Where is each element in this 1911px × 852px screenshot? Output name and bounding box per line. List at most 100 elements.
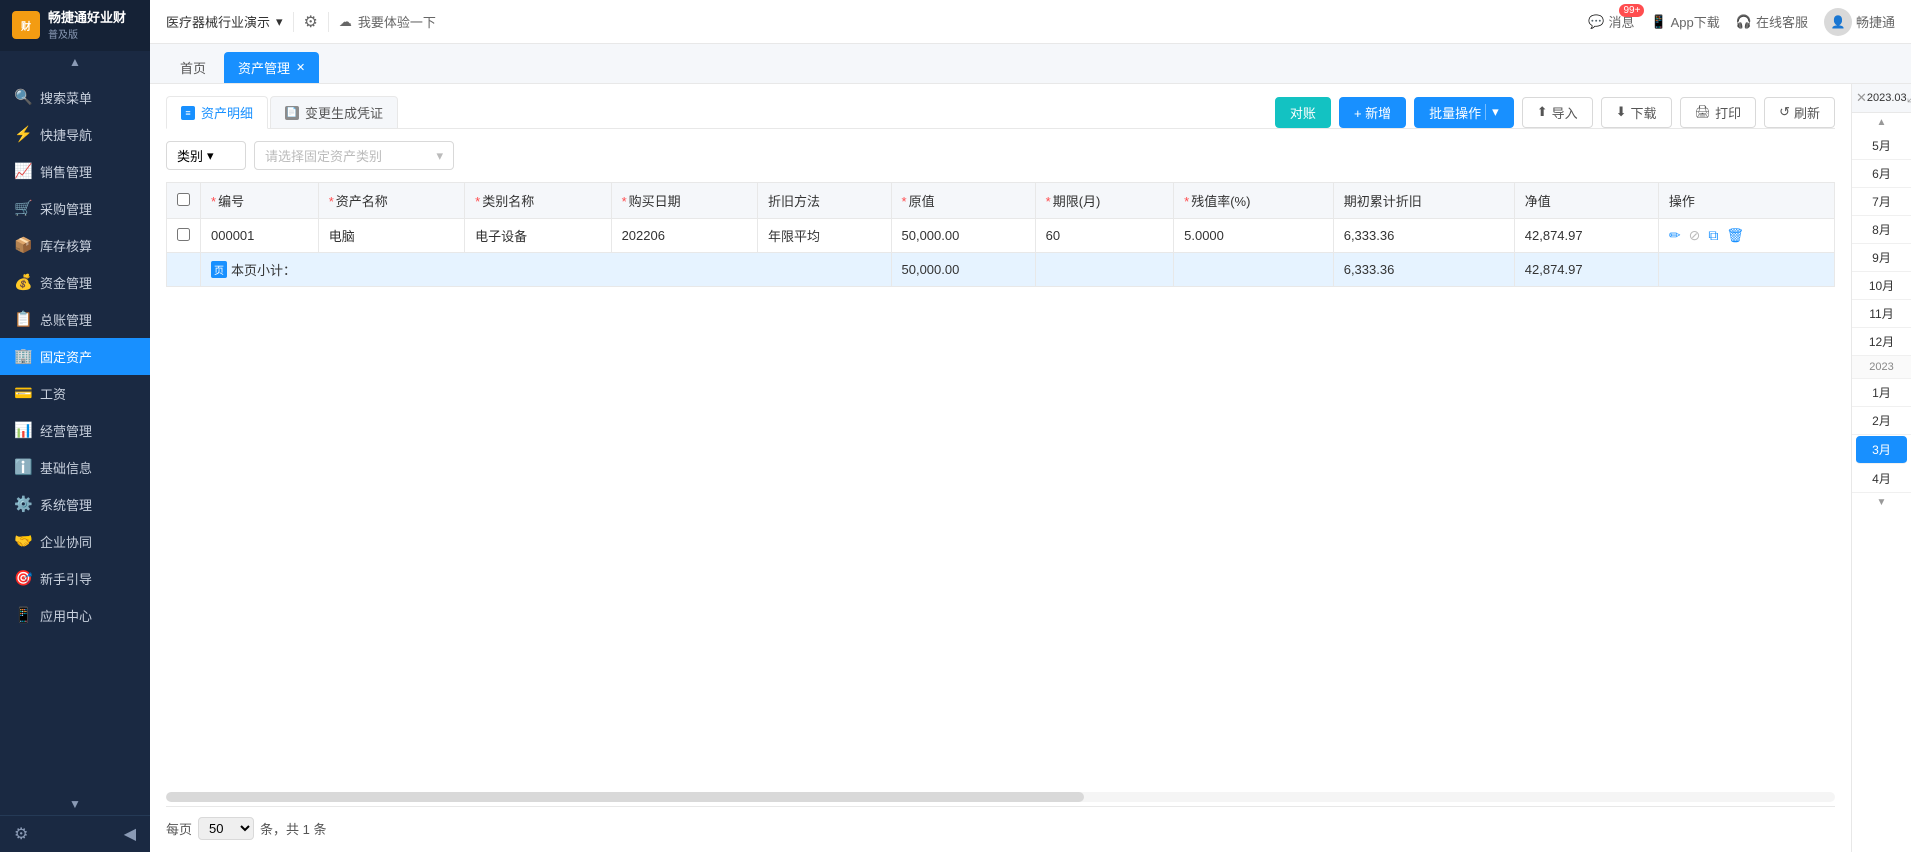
month-12[interactable]: 12月 — [1852, 328, 1911, 356]
category-input[interactable]: 请选择固定资产类别 ▾ — [254, 141, 454, 170]
app-center-icon: 📱 — [14, 606, 32, 624]
experience-label: 我要体验一下 — [358, 12, 436, 31]
sidebar-item-salary[interactable]: 💳 工资 — [0, 375, 150, 412]
sidebar-item-app-center[interactable]: 📱 应用中心 — [0, 597, 150, 634]
app-download-btn[interactable]: 📱 App下载 — [1650, 12, 1719, 31]
download-btn[interactable]: ⬇ 下载 — [1601, 97, 1672, 128]
sidebar-item-ledger[interactable]: 📋 总账管理 — [0, 301, 150, 338]
th-depreciation: 折旧方法 — [758, 183, 892, 219]
subtotal-label-cell: 页 本页小计： — [201, 253, 892, 287]
collapse-sidebar-icon[interactable]: ◀ — [124, 824, 136, 844]
month-nav-down[interactable]: ▼ — [1873, 493, 1891, 512]
topbar-settings-icon[interactable]: ⚙ — [304, 12, 318, 32]
experience-btn[interactable]: ☁ 我要体验一下 — [339, 12, 436, 31]
voucher-tab-icon: 📄 — [285, 106, 299, 120]
tab-home[interactable]: 首页 — [166, 52, 220, 83]
disable-icon[interactable]: ⊘ — [1689, 227, 1701, 244]
sidebar-item-cooperation[interactable]: 🤝 企业协同 — [0, 523, 150, 560]
month-10[interactable]: 10月 — [1852, 272, 1911, 300]
month-6[interactable]: 6月 — [1852, 160, 1911, 188]
avatar: 👤 — [1824, 8, 1852, 36]
service-icon: 🎧 — [1736, 14, 1752, 30]
month-3-current[interactable]: 3月 — [1856, 436, 1907, 464]
edit-icon[interactable]: ✏ — [1669, 227, 1681, 244]
ledger-btn[interactable]: 对账 — [1275, 97, 1331, 128]
row-checkbox-cell — [167, 219, 201, 253]
cell-depreciation: 年限平均 — [758, 219, 892, 253]
month-8[interactable]: 8月 — [1852, 216, 1911, 244]
select-all-checkbox[interactable] — [177, 193, 190, 206]
asset-detail-tab-icon: ≡ — [181, 106, 195, 120]
cell-period: 60 — [1035, 219, 1173, 253]
refresh-btn[interactable]: ↺ 刷新 — [1764, 97, 1835, 128]
sales-icon: 📈 — [14, 162, 32, 180]
row-checkbox[interactable] — [177, 228, 190, 241]
sidebar-item-inventory[interactable]: 📦 库存核算 — [0, 227, 150, 264]
month-nav-up[interactable]: ▲ — [1873, 113, 1891, 132]
user-menu[interactable]: 👤 畅捷通 — [1824, 8, 1895, 36]
toolbar-right: 对账 + 新增 批量操作 ▾ ⬆ 导入 ⬇ 下载 🖨 — [1275, 96, 1835, 128]
subtotal-period — [1035, 253, 1173, 287]
sidebar-item-purchase[interactable]: 🛒 采购管理 — [0, 190, 150, 227]
sidebar-item-label: 工资 — [40, 384, 66, 403]
month-1[interactable]: 1月 — [1852, 379, 1911, 407]
right-date-panel: ✕ 2023.03 ⤢ ▲ 5月 6月 7月 8月 9月 10月 11月 12月… — [1851, 84, 1911, 852]
month-4[interactable]: 4月 — [1852, 465, 1911, 493]
delete-icon[interactable]: 🗑 — [1726, 227, 1744, 244]
sidebar-item-system[interactable]: ⚙️ 系统管理 — [0, 486, 150, 523]
sidebar-item-label: 应用中心 — [40, 606, 92, 625]
sub-tab-asset-detail[interactable]: ≡ 资产明细 — [166, 96, 268, 129]
month-11[interactable]: 11月 — [1852, 300, 1911, 328]
new-btn[interactable]: + 新增 — [1339, 97, 1406, 128]
month-5[interactable]: 5月 — [1852, 132, 1911, 160]
settings-footer-icon[interactable]: ⚙ — [14, 824, 28, 844]
sidebar-item-base-info[interactable]: ℹ️ 基础信息 — [0, 449, 150, 486]
sidebar-footer: ⚙ ◀ — [0, 815, 150, 852]
company-selector[interactable]: 医疗器械行业演示 ▾ — [166, 12, 283, 31]
per-page-select[interactable]: 50 100 200 — [198, 817, 254, 840]
import-btn[interactable]: ⬆ 导入 — [1522, 97, 1593, 128]
copy-icon[interactable]: ⧉ — [1708, 227, 1718, 244]
company-name: 医疗器械行业演示 — [166, 12, 270, 31]
subtotal-icon: 页 — [211, 261, 227, 278]
month-2[interactable]: 2月 — [1852, 407, 1911, 435]
search-icon: 🔍 — [14, 88, 32, 106]
tab-close-icon[interactable]: ✕ — [296, 61, 305, 74]
messages-btn[interactable]: 💬 消息 99+ — [1588, 12, 1634, 31]
month-7[interactable]: 7月 — [1852, 188, 1911, 216]
table-container: *编号 *资产名称 *类别名称 *购买日期 折旧方法 *原值 *期限(月) *残… — [166, 182, 1835, 788]
tab-asset-management[interactable]: 资产管理 ✕ — [224, 52, 319, 83]
sidebar-item-label: 资金管理 — [40, 273, 92, 292]
sidebar-scroll-up[interactable]: ▲ — [0, 53, 150, 71]
cell-net-value: 42,874.97 — [1514, 219, 1658, 253]
topbar-divider — [293, 12, 294, 32]
print-btn[interactable]: 🖨 打印 — [1680, 97, 1757, 128]
batch-ops-btn[interactable]: 批量操作 ▾ — [1414, 97, 1514, 128]
right-panel-close-icon[interactable]: ✕ — [1856, 90, 1867, 106]
sidebar-item-label: 基础信息 — [40, 458, 92, 477]
sidebar-item-management[interactable]: 📊 经营管理 — [0, 412, 150, 449]
service-btn[interactable]: 🎧 在线客服 — [1736, 12, 1808, 31]
sidebar-item-search[interactable]: 🔍 搜索菜单 — [0, 79, 150, 116]
pagination: 每页 50 100 200 条，共 1 条 — [166, 806, 1835, 840]
sub-tab-voucher-label: 变更生成凭证 — [305, 103, 383, 122]
sidebar-item-sales[interactable]: 📈 销售管理 — [0, 153, 150, 190]
assets-table: *编号 *资产名称 *类别名称 *购买日期 折旧方法 *原值 *期限(月) *残… — [166, 182, 1835, 287]
horizontal-scrollbar[interactable] — [166, 792, 1835, 802]
month-9[interactable]: 9月 — [1852, 244, 1911, 272]
right-panel-expand-icon[interactable]: ⤢ — [1907, 90, 1911, 106]
sidebar-item-fixed-assets[interactable]: 🏢 固定资产 — [0, 338, 150, 375]
sidebar-scroll-down[interactable]: ▼ — [0, 795, 150, 813]
th-actions: 操作 — [1658, 183, 1834, 219]
category-filter-select[interactable]: 类别 ▾ — [166, 141, 246, 170]
app-title-block: 畅捷通好业财 普及版 — [48, 10, 126, 41]
sidebar-item-guide[interactable]: 🎯 新手引导 — [0, 560, 150, 597]
tab-home-label: 首页 — [180, 58, 206, 77]
subtotal-row: 页 本页小计： 50,000.00 6,333.36 42,874.97 — [167, 253, 1835, 287]
sidebar: 财 畅捷通好业财 普及版 ▲ 🔍 搜索菜单 ⚡ 快捷导航 📈 销售管理 🛒 — [0, 0, 150, 852]
sidebar-item-quicknav[interactable]: ⚡ 快捷导航 — [0, 116, 150, 153]
sub-tab-voucher[interactable]: 📄 变更生成凭证 — [270, 96, 398, 129]
sidebar-item-finance[interactable]: 💰 资金管理 — [0, 264, 150, 301]
main-content: ≡ 资产明细 📄 变更生成凭证 对账 + 新增 批量操作 ▾ — [150, 84, 1851, 852]
sidebar-item-label: 库存核算 — [40, 236, 92, 255]
